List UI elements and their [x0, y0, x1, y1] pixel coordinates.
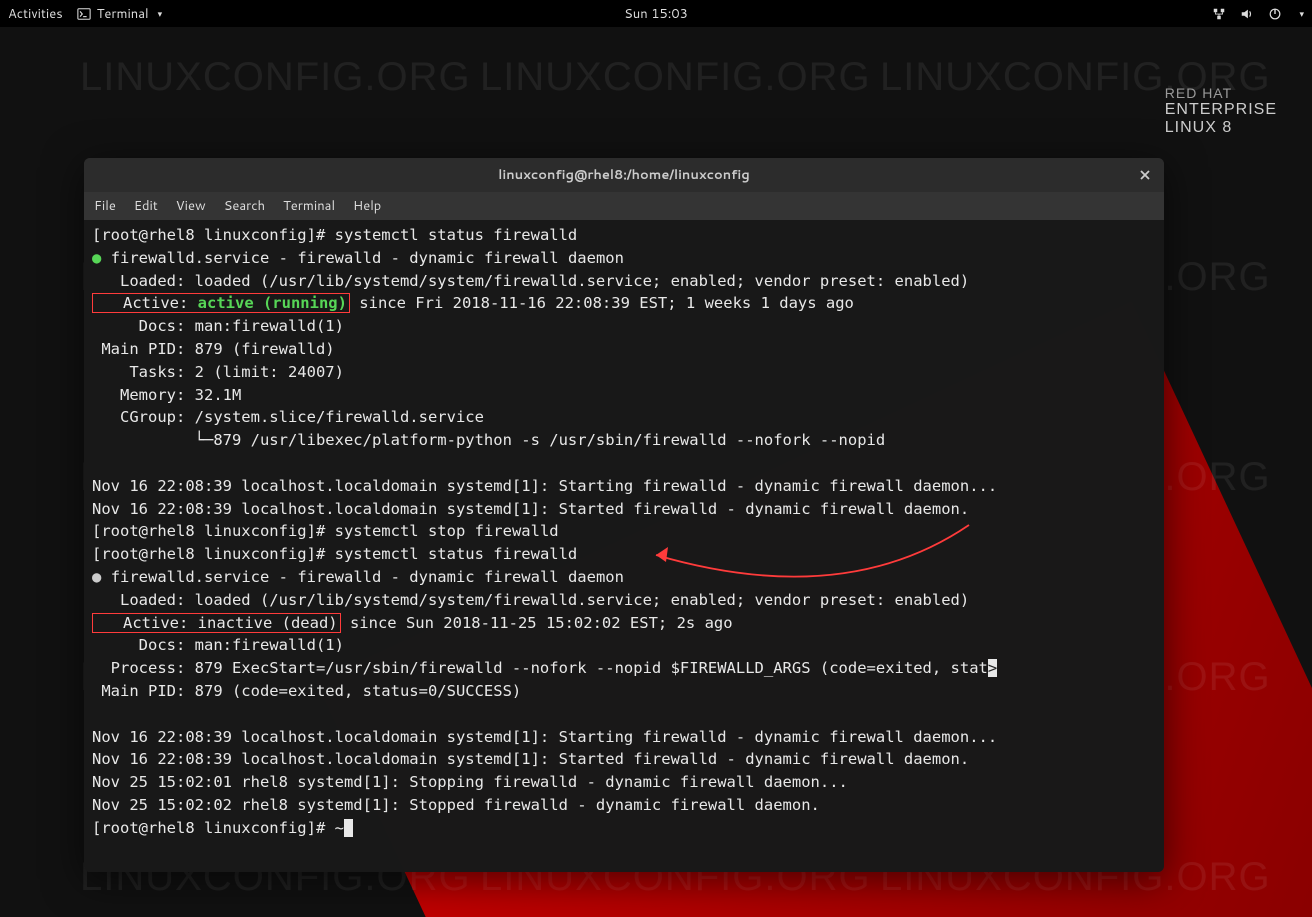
- menu-search[interactable]: Search: [224, 197, 265, 215]
- chevron-down-icon: ▾: [158, 7, 163, 20]
- journal-line: Nov 25 15:02:02 rhel8 systemd[1]: Stoppe…: [92, 796, 820, 814]
- journal-line: Nov 16 22:08:39 localhost.localdomain sy…: [92, 500, 969, 518]
- inactive-since: since Sun 2018-11-25 15:02:02 EST; 2s ag…: [341, 614, 733, 632]
- window-titlebar[interactable]: linuxconfig@rhel8:/home/linuxconfig: [84, 158, 1164, 192]
- journal-line: Nov 16 22:08:39 localhost.localdomain sy…: [92, 750, 969, 768]
- active-label: Active:: [95, 614, 198, 632]
- journal-line: Nov 16 22:08:39 localhost.localdomain sy…: [92, 477, 997, 495]
- journal-line: Nov 16 22:08:39 localhost.localdomain sy…: [92, 728, 997, 746]
- prompt: [root@rhel8 linuxconfig]#: [92, 522, 335, 540]
- volume-icon[interactable]: [1240, 7, 1254, 21]
- loaded-line: Loaded: loaded (/usr/lib/systemd/system/…: [92, 272, 969, 290]
- truncation-indicator: >: [988, 659, 997, 677]
- terminal-icon: [77, 7, 91, 21]
- terminal-menubar: File Edit View Search Terminal Help: [84, 192, 1164, 220]
- appmenu-label: Terminal: [97, 5, 149, 23]
- process-line: Process: 879 ExecStart=/usr/sbin/firewal…: [92, 659, 988, 677]
- cgroup-child-line: └─879 /usr/libexec/platform-python -s /u…: [92, 431, 885, 449]
- command-text: systemctl status firewalld: [335, 545, 578, 563]
- menu-help[interactable]: Help: [353, 197, 381, 215]
- prompt: [root@rhel8 linuxconfig]#: [92, 545, 335, 563]
- branding-line-2: ENTERPRISE: [1165, 101, 1277, 119]
- active-label: Active:: [95, 294, 198, 312]
- command-text: systemctl status firewalld: [335, 226, 578, 244]
- branding-line-1: RED HAT: [1165, 85, 1277, 101]
- highlighted-inactive-dead: Active: inactive (dead): [92, 613, 341, 633]
- main-pid-line: Main PID: 879 (firewalld): [92, 340, 335, 358]
- status-bullet-inactive-icon: ●: [92, 568, 101, 586]
- prompt: [root@rhel8 linuxconfig]#: [92, 819, 335, 837]
- activities-button[interactable]: Activities: [8, 5, 63, 23]
- close-button[interactable]: [1136, 166, 1154, 184]
- docs-line: Docs: man:firewalld(1): [92, 636, 344, 654]
- prompt: [root@rhel8 linuxconfig]#: [92, 226, 335, 244]
- cwd-tilde: ~: [335, 819, 344, 837]
- highlighted-active-running: Active: active (running): [92, 293, 350, 313]
- inactive-dead-text: inactive (dead): [198, 614, 338, 632]
- service-header: firewalld.service - firewalld - dynamic …: [111, 249, 624, 267]
- power-icon[interactable]: [1268, 7, 1282, 21]
- terminal-output[interactable]: [root@rhel8 linuxconfig]# systemctl stat…: [84, 220, 1164, 872]
- active-running-text: active (running): [198, 294, 347, 312]
- menu-view[interactable]: View: [176, 197, 206, 215]
- active-since: since Fri 2018-11-16 22:08:39 EST; 1 wee…: [350, 294, 854, 312]
- docs-line: Docs: man:firewalld(1): [92, 317, 344, 335]
- journal-line: Nov 25 15:02:01 rhel8 systemd[1]: Stoppi…: [92, 773, 848, 791]
- gnome-top-bar: Activities Terminal ▾ Sun 15:03 ▾: [0, 0, 1312, 27]
- cgroup-line: CGroup: /system.slice/firewalld.service: [92, 408, 484, 426]
- clock[interactable]: Sun 15:03: [624, 5, 688, 23]
- menu-terminal[interactable]: Terminal: [283, 197, 335, 215]
- window-title: linuxconfig@rhel8:/home/linuxconfig: [498, 166, 749, 184]
- chevron-down-icon[interactable]: ▾: [1299, 7, 1304, 20]
- terminal-cursor: [344, 819, 354, 837]
- tasks-line: Tasks: 2 (limit: 24007): [92, 363, 344, 381]
- menu-edit[interactable]: Edit: [134, 197, 158, 215]
- branding-line-3: LINUX 8: [1165, 119, 1277, 137]
- command-text: systemctl stop firewalld: [335, 522, 559, 540]
- main-pid-line: Main PID: 879 (code=exited, status=0/SUC…: [92, 682, 521, 700]
- close-icon: [1139, 169, 1151, 181]
- menu-file[interactable]: File: [94, 197, 116, 215]
- network-icon[interactable]: [1212, 7, 1226, 21]
- status-bullet-active-icon: ●: [92, 249, 101, 267]
- loaded-line: Loaded: loaded (/usr/lib/systemd/system/…: [92, 591, 969, 609]
- service-header: firewalld.service - firewalld - dynamic …: [111, 568, 624, 586]
- terminal-window: linuxconfig@rhel8:/home/linuxconfig File…: [84, 158, 1164, 872]
- memory-line: Memory: 32.1M: [92, 386, 241, 404]
- appmenu-terminal[interactable]: Terminal ▾: [77, 5, 162, 23]
- rhel-branding: RED HAT ENTERPRISE LINUX 8: [1165, 85, 1277, 137]
